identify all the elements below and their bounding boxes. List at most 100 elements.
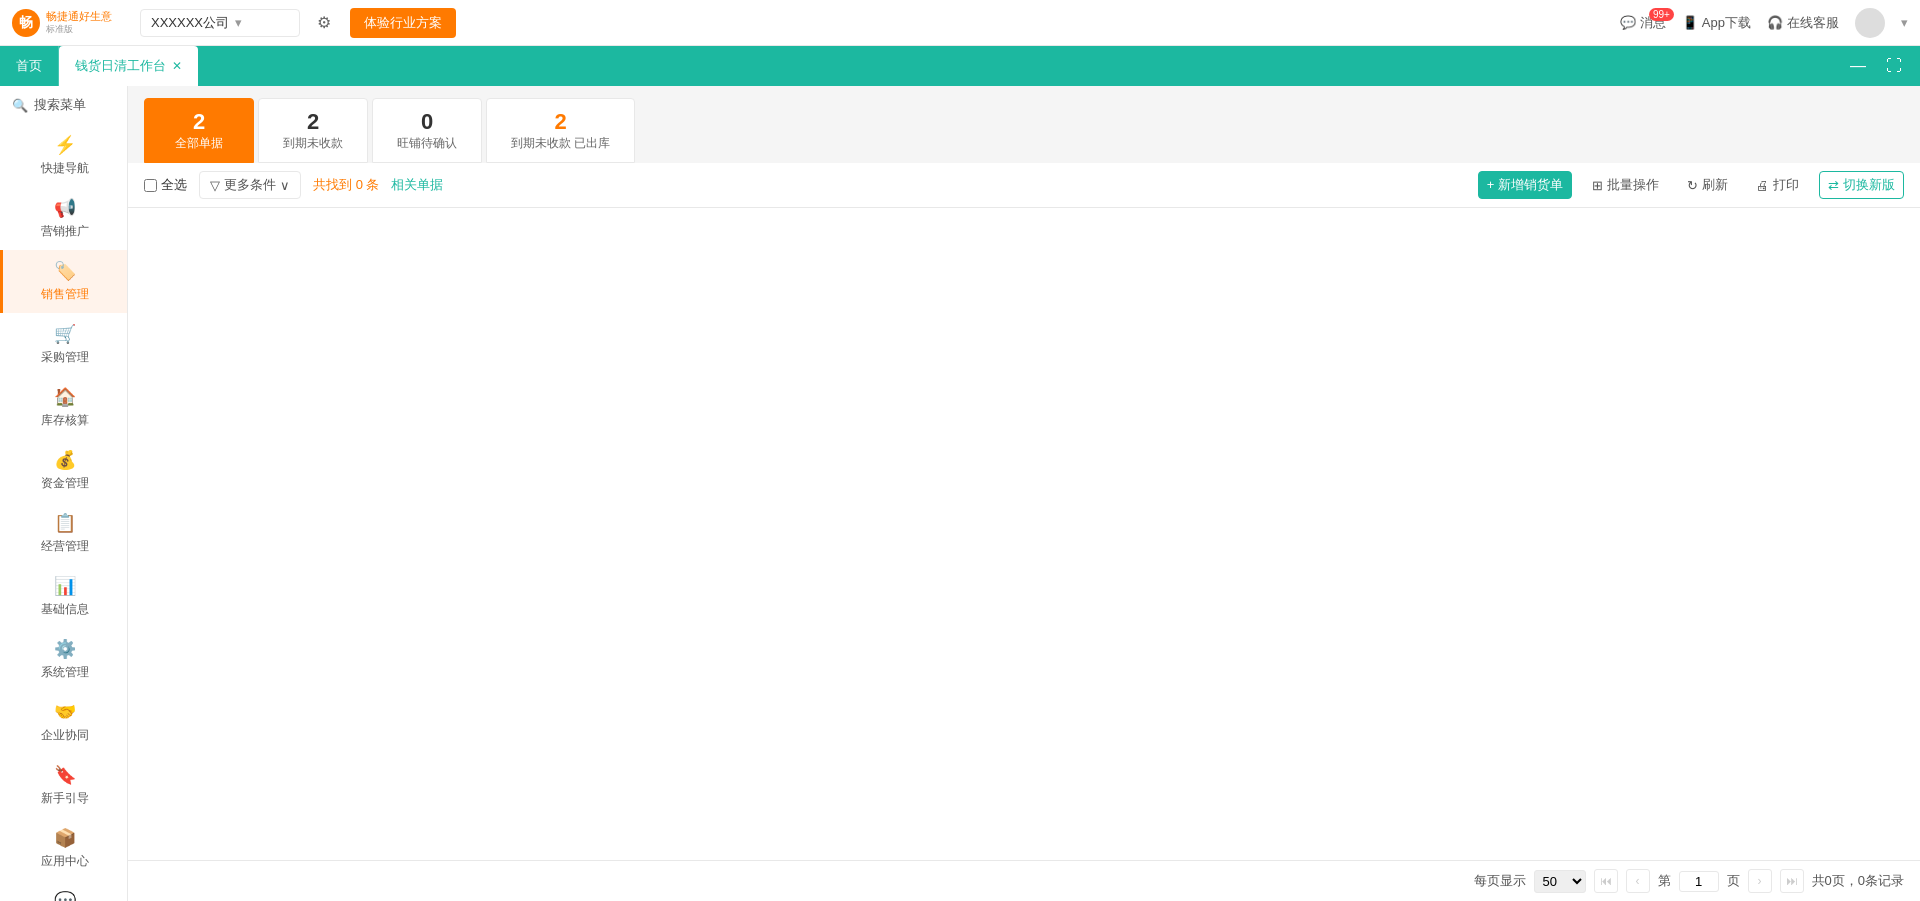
sidebar-item-guide[interactable]: 🔖 新手引导 xyxy=(0,754,127,817)
more-conditions-button[interactable]: ▽ 更多条件 ∨ xyxy=(199,171,301,199)
refresh-icon: ↻ xyxy=(1687,178,1698,193)
page-label-end: 页 xyxy=(1727,872,1740,890)
enterprise-wechat-icon: 💬 xyxy=(54,890,76,901)
logo-text: 畅捷通好生意 xyxy=(46,9,112,23)
page-input[interactable]: 1 xyxy=(1679,871,1719,892)
pagination-bar: 每页显示 50 100 200 ⏮ ‹ 第 1 页 › ⏭ 共0页，0条记录 xyxy=(128,860,1920,901)
sidebar-item-system[interactable]: ⚙️ 系统管理 xyxy=(0,628,127,691)
stat-tab-pending[interactable]: 0 旺铺待确认 xyxy=(372,98,482,163)
last-page-button[interactable]: ⏭ xyxy=(1780,869,1804,893)
sidebar-item-marketing[interactable]: 📢 营销推广 xyxy=(0,187,127,250)
sidebar-label-inventory: 库存核算 xyxy=(41,412,89,429)
service-icon: 🎧 xyxy=(1767,15,1783,30)
empty-state xyxy=(128,208,1920,508)
stat-label-all: 全部单据 xyxy=(175,135,223,152)
chevron-conditions-icon: ∨ xyxy=(280,178,290,193)
content-area: 2 全部单据 2 到期未收款 0 旺铺待确认 2 到期未收款 已出库 全选 xyxy=(128,86,1920,901)
notification-badge: 99+ xyxy=(1649,8,1674,21)
tab-maximize-icon[interactable]: ⛶ xyxy=(1880,52,1908,80)
right-actions: + 新增销货单 ⊞ 批量操作 ↻ 刷新 🖨 打印 ⇄ 切换新版 xyxy=(1478,171,1904,199)
trial-button[interactable]: 体验行业方案 xyxy=(350,8,456,38)
user-name[interactable]: ▾ xyxy=(1901,15,1908,30)
related-docs-link[interactable]: 相关单据 xyxy=(391,176,443,194)
sidebar-label-quick-nav: 快捷导航 xyxy=(41,160,89,177)
tab-home[interactable]: 首页 xyxy=(0,46,59,86)
print-icon: 🖨 xyxy=(1756,178,1769,193)
refresh-button[interactable]: ↻ 刷新 xyxy=(1679,172,1736,198)
refresh-label: 刷新 xyxy=(1702,176,1728,194)
select-all-input[interactable] xyxy=(144,179,157,192)
stat-tab-shipped[interactable]: 2 到期未收款 已出库 xyxy=(486,98,635,163)
sidebar-item-enterprise-wechat[interactable]: 💬 企业微信 xyxy=(0,880,127,901)
sidebar-item-app-center[interactable]: 📦 应用中心 xyxy=(0,817,127,880)
total-records: 共0页，0条记录 xyxy=(1812,872,1904,890)
stat-label-shipped: 到期未收款 已出库 xyxy=(511,135,610,152)
stat-tab-all[interactable]: 2 全部单据 xyxy=(144,98,254,163)
sidebar-label-purchase: 采购管理 xyxy=(41,349,89,366)
next-page-button[interactable]: › xyxy=(1748,869,1772,893)
prev-page-button[interactable]: ‹ xyxy=(1626,869,1650,893)
sidebar-item-enterprise[interactable]: 🤝 企业协同 xyxy=(0,691,127,754)
table-area xyxy=(128,208,1920,860)
sidebar-label-app-center: 应用中心 xyxy=(41,853,89,870)
chevron-down-icon: ▾ xyxy=(235,15,242,30)
new-sales-order-button[interactable]: + 新增销货单 xyxy=(1478,171,1572,199)
finance-icon: 💰 xyxy=(54,449,76,471)
tab-home-label: 首页 xyxy=(16,57,42,75)
guide-icon: 🔖 xyxy=(54,764,76,786)
notification-item[interactable]: 💬 消息 99+ xyxy=(1620,14,1666,32)
app-download-icon: 📱 xyxy=(1682,15,1698,30)
purchase-icon: 🛒 xyxy=(54,323,76,345)
online-service-label: 在线客服 xyxy=(1787,14,1839,32)
tab-close-icon[interactable]: ✕ xyxy=(172,59,182,73)
inventory-icon: 🏠 xyxy=(54,386,76,408)
user-avatar[interactable] xyxy=(1855,8,1885,38)
switch-version-button[interactable]: ⇄ 切换新版 xyxy=(1819,171,1904,199)
sidebar: 🔍 搜索菜单 ⚡ 快捷导航 📢 营销推广 🏷️ 销售管理 🛒 采购管理 🏠 库存… xyxy=(0,86,128,901)
result-prefix: 共找到 xyxy=(313,177,352,192)
system-icon: ⚙️ xyxy=(54,638,76,660)
page-size-select[interactable]: 50 100 200 xyxy=(1534,870,1586,893)
sidebar-label-marketing: 营销推广 xyxy=(41,223,89,240)
search-menu-item[interactable]: 🔍 搜索菜单 xyxy=(0,86,127,124)
result-unit: 条 xyxy=(366,177,379,192)
sidebar-item-operations[interactable]: 📋 经营管理 xyxy=(0,502,127,565)
select-all-label: 全选 xyxy=(161,176,187,194)
sidebar-label-operations: 经营管理 xyxy=(41,538,89,555)
sidebar-label-guide: 新手引导 xyxy=(41,790,89,807)
tab-minimize-icon[interactable]: — xyxy=(1844,52,1872,80)
sidebar-item-quick-nav[interactable]: ⚡ 快捷导航 xyxy=(0,124,127,187)
app-download-item[interactable]: 📱 App下载 xyxy=(1682,14,1751,32)
stat-label-pending: 旺铺待确认 xyxy=(397,135,457,152)
stat-number-pending: 0 xyxy=(421,109,433,135)
sidebar-label-sales: 销售管理 xyxy=(41,286,89,303)
sidebar-item-sales[interactable]: 🏷️ 销售管理 xyxy=(0,250,127,313)
online-service-item[interactable]: 🎧 在线客服 xyxy=(1767,14,1839,32)
filter-bar: 全选 ▽ 更多条件 ∨ 共找到 0 条 相关单据 + 新增销货单 ⊞ 批量操作 xyxy=(128,163,1920,208)
quick-nav-icon: ⚡ xyxy=(54,134,76,156)
sidebar-item-inventory[interactable]: 🏠 库存核算 xyxy=(0,376,127,439)
logo-area: 畅 畅捷通好生意 标准版 xyxy=(12,9,140,37)
page-label: 第 xyxy=(1658,872,1671,890)
settings-icon[interactable]: ⚙ xyxy=(308,7,340,39)
stats-tabs: 2 全部单据 2 到期未收款 0 旺铺待确认 2 到期未收款 已出库 xyxy=(128,86,1920,163)
sidebar-item-purchase[interactable]: 🛒 采购管理 xyxy=(0,313,127,376)
tab-work-station[interactable]: 钱货日清工作台 ✕ xyxy=(59,46,198,86)
batch-icon: ⊞ xyxy=(1592,178,1603,193)
batch-operation-button[interactable]: ⊞ 批量操作 xyxy=(1584,172,1667,198)
select-all-checkbox[interactable]: 全选 xyxy=(144,176,187,194)
sidebar-label-finance: 资金管理 xyxy=(41,475,89,492)
app-download-label: App下载 xyxy=(1702,14,1751,32)
enterprise-icon: 🤝 xyxy=(54,701,76,723)
sidebar-item-finance[interactable]: 💰 资金管理 xyxy=(0,439,127,502)
main-layout: 🔍 搜索菜单 ⚡ 快捷导航 📢 营销推广 🏷️ 销售管理 🛒 采购管理 🏠 库存… xyxy=(0,86,1920,901)
sidebar-item-basic-info[interactable]: 📊 基础信息 xyxy=(0,565,127,628)
company-selector[interactable]: XXXXXX公司 ▾ xyxy=(140,9,300,37)
tab-work-station-label: 钱货日清工作台 xyxy=(75,57,166,75)
message-icon: 💬 xyxy=(1620,15,1636,30)
first-page-button[interactable]: ⏮ xyxy=(1594,869,1618,893)
stat-tab-overdue[interactable]: 2 到期未收款 xyxy=(258,98,368,163)
search-menu-label: 搜索菜单 xyxy=(34,96,86,114)
logo-badge: 标准版 xyxy=(46,23,112,36)
print-button[interactable]: 🖨 打印 xyxy=(1748,172,1807,198)
